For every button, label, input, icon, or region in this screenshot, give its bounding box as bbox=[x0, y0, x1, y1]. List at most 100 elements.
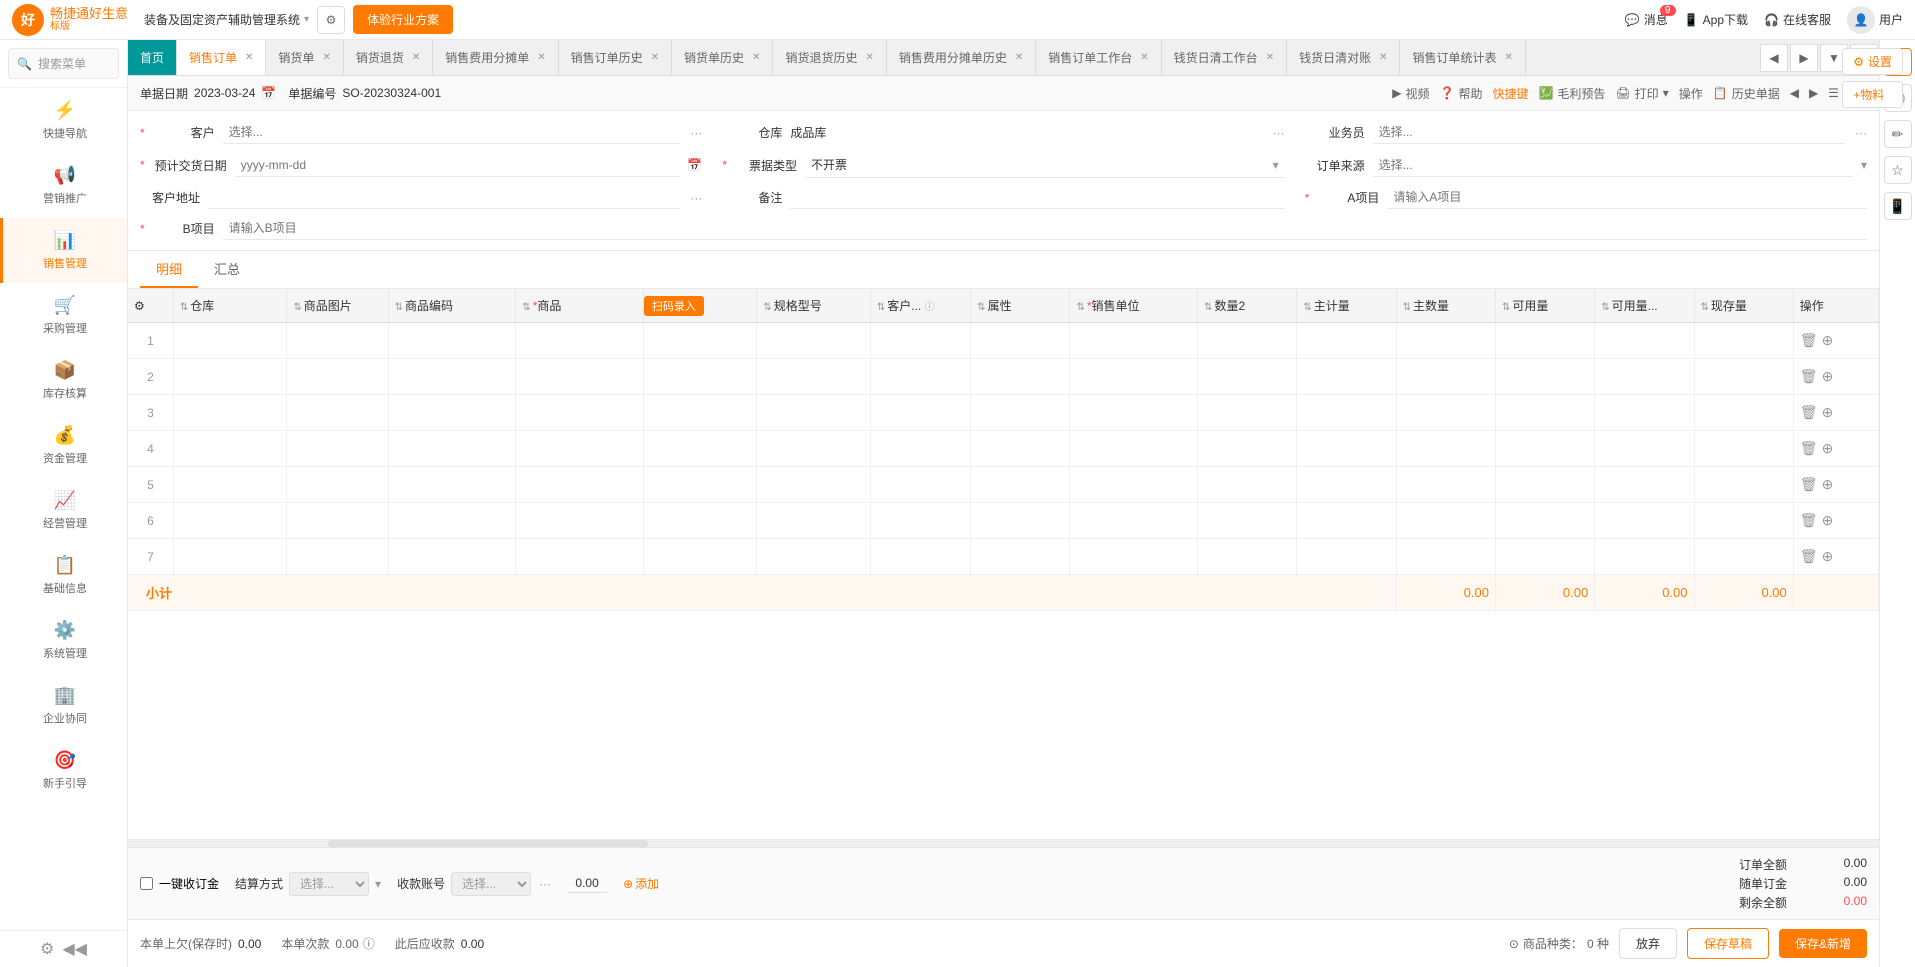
sidebar-item-purchase[interactable]: 🛒 采购管理 bbox=[0, 283, 127, 348]
address-input[interactable] bbox=[208, 186, 680, 209]
save-new-button[interactable]: 保存&新增 bbox=[1779, 929, 1867, 958]
layout-next-btn[interactable]: ▶ bbox=[1809, 86, 1818, 100]
right-panel-edit-btn[interactable]: ✏ bbox=[1884, 120, 1912, 148]
col-spec-sort[interactable]: ⇅ bbox=[763, 302, 771, 313]
sidebar-item-enterprise[interactable]: 🏢 企业协同 bbox=[0, 673, 127, 738]
col-cust-sort[interactable]: ⇅ bbox=[877, 302, 885, 313]
invoice-type-select[interactable]: 不开票 ▾ bbox=[805, 152, 1285, 178]
tab-close-sales-order[interactable]: ✕ bbox=[245, 52, 253, 63]
tab-detail[interactable]: 明细 bbox=[140, 251, 198, 288]
print-dropdown[interactable]: ▾ bbox=[1663, 86, 1669, 100]
tab-close-sales-order-history[interactable]: ✕ bbox=[651, 52, 659, 63]
col-avail-sort[interactable]: ⇅ bbox=[1502, 302, 1510, 313]
row-copy-btn[interactable]: ⊕ bbox=[1822, 512, 1834, 529]
settings-icon-btn[interactable]: ⚙ bbox=[317, 6, 345, 34]
system-selector[interactable]: 装备及固定资产辅助管理系统 ▾ bbox=[136, 11, 309, 28]
col-avail-detail-sort[interactable]: ⇅ bbox=[1601, 302, 1609, 313]
message-btn[interactable]: 💬 消息 9 bbox=[1625, 11, 1668, 28]
calendar-icon[interactable]: 📅 bbox=[261, 86, 276, 100]
payment-method-arrow[interactable]: ▾ bbox=[375, 877, 381, 891]
tab-home[interactable]: 首页 bbox=[128, 40, 177, 76]
sidebar-item-quick-nav[interactable]: ⚡ 快捷导航 bbox=[0, 88, 127, 153]
profit-btn[interactable]: 💹 毛利预告 bbox=[1538, 85, 1605, 102]
scan-input-btn[interactable]: 扫码录入 bbox=[644, 296, 704, 316]
scrollbar-track[interactable] bbox=[328, 840, 648, 847]
right-panel-star-btn[interactable]: ☆ bbox=[1884, 156, 1912, 184]
salesperson-more-btn[interactable]: ··· bbox=[1855, 126, 1867, 140]
row-delete-btn[interactable]: 🗑 bbox=[1800, 332, 1818, 349]
salesperson-input[interactable] bbox=[1373, 121, 1845, 144]
row-copy-btn[interactable]: ⊕ bbox=[1822, 440, 1834, 457]
sidebar-item-guide[interactable]: 🎯 新手引导 bbox=[0, 738, 127, 803]
help-btn[interactable]: ❓ 帮助 bbox=[1439, 85, 1482, 102]
b-project-input[interactable] bbox=[223, 217, 1867, 240]
sidebar-item-basic[interactable]: 📋 基础信息 bbox=[0, 543, 127, 608]
tab-close-cash-daily[interactable]: ✕ bbox=[1266, 52, 1274, 63]
receipt-account-select[interactable]: 选择... bbox=[451, 872, 531, 896]
product-count-info[interactable]: ⊙ 商品种类： 0 种 bbox=[1509, 935, 1609, 952]
tab-sales-order-workbench[interactable]: 销售订单工作台 ✕ bbox=[1036, 40, 1161, 76]
warehouse-more-btn[interactable]: ··· bbox=[1273, 126, 1285, 140]
right-panel-mobile-btn[interactable]: 📱 bbox=[1884, 192, 1912, 220]
tab-sales-expense[interactable]: 销售费用分摊单 ✕ bbox=[433, 40, 558, 76]
tab-close-sales-refund[interactable]: ✕ bbox=[412, 52, 420, 63]
row-delete-btn[interactable]: 🗑 bbox=[1800, 548, 1818, 565]
invoice-type-arrow[interactable]: ▾ bbox=[1273, 158, 1279, 172]
table-container[interactable]: ⚙ ⇅仓库 ⇅商品图片 ⇅商品编码 bbox=[128, 289, 1879, 839]
one-click-deposit-checkbox[interactable]: 一键收订金 bbox=[140, 875, 219, 892]
customer-more-btn[interactable]: ··· bbox=[690, 126, 702, 140]
operate-btn[interactable]: 操作 bbox=[1679, 85, 1703, 102]
tab-sales-refund[interactable]: 销货退货 ✕ bbox=[344, 40, 433, 76]
col-main-unit-sort[interactable]: ⇅ bbox=[1303, 302, 1311, 313]
sidebar-item-inventory[interactable]: 📦 库存核算 bbox=[0, 348, 127, 413]
col-image-sort[interactable]: ⇅ bbox=[293, 302, 301, 313]
tab-close-cash-reconcile[interactable]: ✕ bbox=[1379, 52, 1387, 63]
tab-cash-reconcile[interactable]: 钱货日清对账 ✕ bbox=[1287, 40, 1400, 76]
a-project-input[interactable] bbox=[1387, 186, 1867, 209]
tab-sales-return-history[interactable]: 销货单历史 ✕ bbox=[672, 40, 773, 76]
col-main-qty-sort[interactable]: ⇅ bbox=[1403, 302, 1411, 313]
row-copy-btn[interactable]: ⊕ bbox=[1822, 476, 1834, 493]
tab-close-sales-return-history[interactable]: ✕ bbox=[752, 52, 760, 63]
order-source-arrow[interactable]: ▾ bbox=[1861, 158, 1867, 172]
sidebar-item-system[interactable]: ⚙️ 系统管理 bbox=[0, 608, 127, 673]
app-download-btn[interactable]: 📱 App下载 bbox=[1684, 11, 1748, 28]
history-btn[interactable]: 📋 历史单据 bbox=[1713, 85, 1780, 102]
layout-prev-btn[interactable]: ◀ bbox=[1790, 86, 1799, 100]
remark-input[interactable] bbox=[790, 186, 1284, 209]
save-draft-button[interactable]: 保存草稿 bbox=[1687, 928, 1769, 959]
payment-method-select[interactable]: 选择... bbox=[289, 872, 369, 896]
sidebar-collapse-btn[interactable]: ◀◀ bbox=[62, 939, 87, 959]
tab-sales-stats[interactable]: 销售订单统计表 ✕ bbox=[1400, 40, 1525, 76]
online-service-btn[interactable]: 🎧 在线客服 bbox=[1764, 11, 1831, 28]
col-stock-sort[interactable]: ⇅ bbox=[1701, 302, 1709, 313]
row-copy-btn[interactable]: ⊕ bbox=[1822, 404, 1834, 421]
tab-close-sales-order-workbench[interactable]: ✕ bbox=[1140, 52, 1148, 63]
sidebar-item-operations[interactable]: 📈 经营管理 bbox=[0, 478, 127, 543]
horizontal-scrollbar[interactable] bbox=[128, 839, 1879, 847]
add-payment-btn[interactable]: ⊕ 添加 bbox=[623, 875, 659, 892]
discard-button[interactable]: 放弃 bbox=[1619, 928, 1677, 959]
receipt-more-btn[interactable]: ··· bbox=[539, 877, 551, 891]
tab-close-sales-stats[interactable]: ✕ bbox=[1505, 52, 1513, 63]
row-delete-btn[interactable]: 🗑 bbox=[1800, 476, 1818, 493]
order-source-input[interactable] bbox=[1373, 154, 1853, 177]
trial-button[interactable]: 体验行业方案 bbox=[353, 5, 453, 34]
tab-close-sales-expense-history[interactable]: ✕ bbox=[1015, 52, 1023, 63]
tab-sales-expense-history[interactable]: 销售费用分摊单历史 ✕ bbox=[887, 40, 1036, 76]
current-debt-info[interactable]: 0.00 ⓘ bbox=[335, 935, 374, 952]
tab-next-btn[interactable]: ▶ bbox=[1790, 44, 1818, 72]
sidebar-item-finance[interactable]: 💰 资金管理 bbox=[0, 413, 127, 478]
search-menu-button[interactable]: 🔍 搜索菜单 bbox=[8, 48, 119, 79]
view-btn[interactable]: ▶ 视频 bbox=[1392, 85, 1429, 102]
col-qty2-sort[interactable]: ⇅ bbox=[1204, 302, 1212, 313]
add-material-btn[interactable]: +物料 bbox=[1842, 81, 1879, 108]
tab-sales-order-history[interactable]: 销售订单历史 ✕ bbox=[559, 40, 672, 76]
print-btn[interactable]: 🖨 打印 ▾ bbox=[1615, 85, 1668, 102]
user-menu[interactable]: 👤 用户 bbox=[1847, 6, 1903, 34]
row-delete-btn[interactable]: 🗑 bbox=[1800, 512, 1818, 529]
col-settings[interactable]: ⚙ bbox=[128, 289, 173, 323]
tab-summary[interactable]: 汇总 bbox=[198, 251, 256, 288]
col-attr-sort[interactable]: ⇅ bbox=[977, 302, 985, 313]
col-unit-sort[interactable]: ⇅ bbox=[1076, 302, 1084, 313]
